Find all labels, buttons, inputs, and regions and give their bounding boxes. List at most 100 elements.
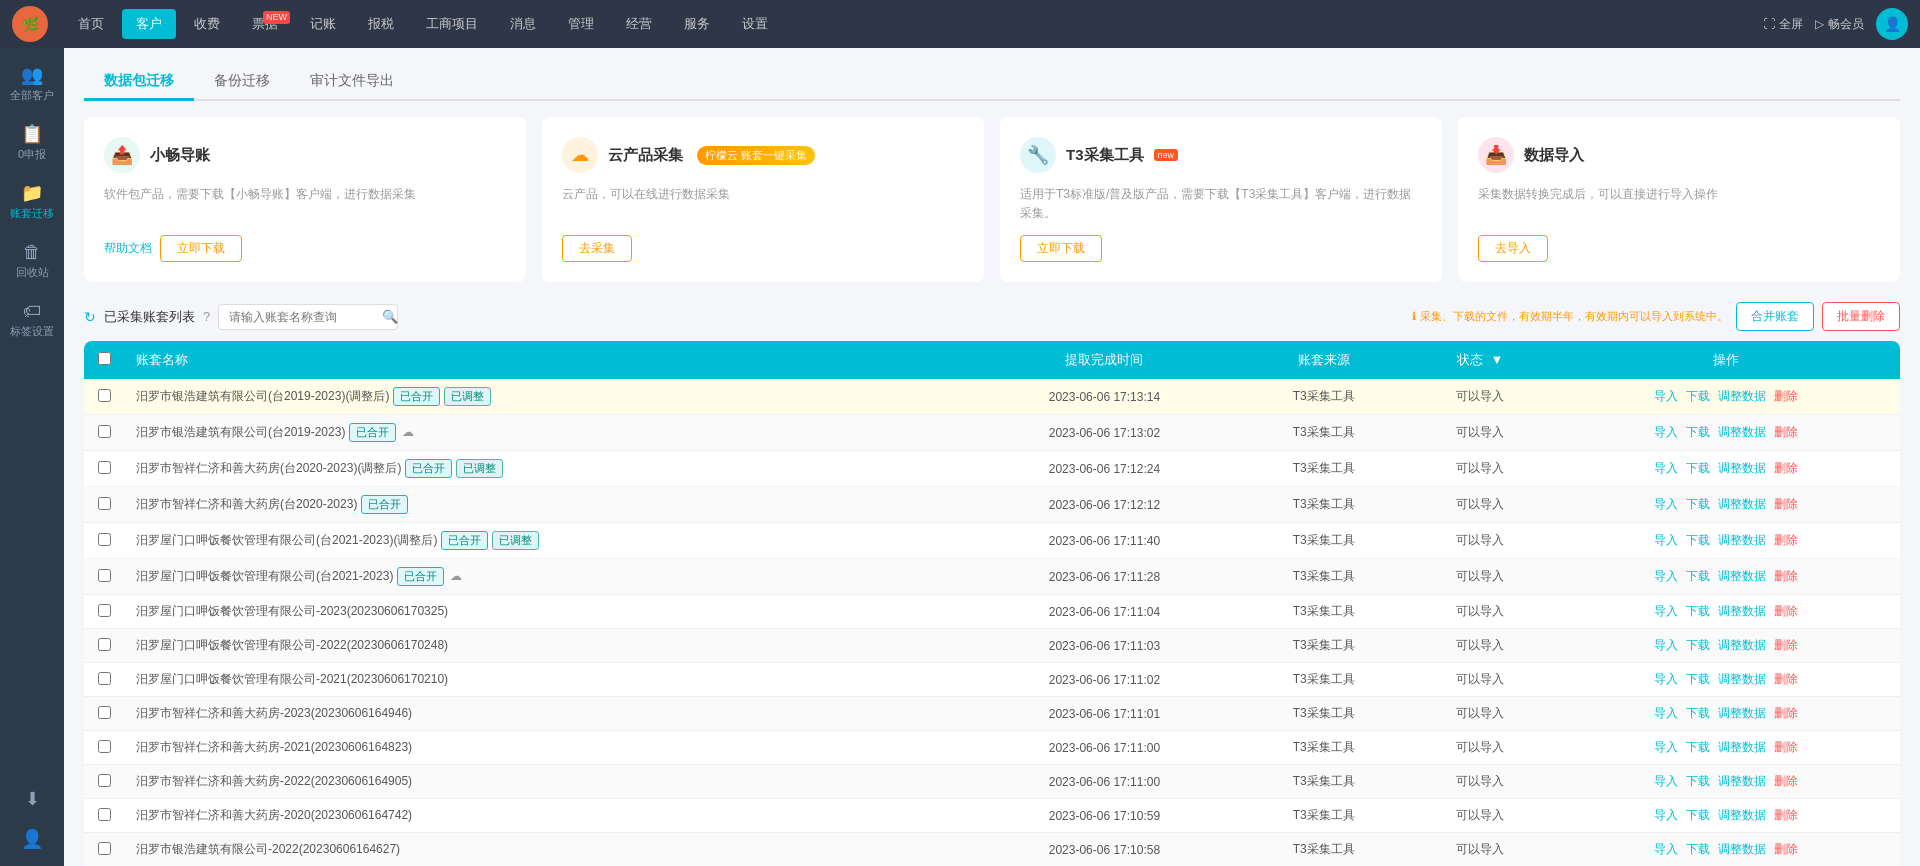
sidebar-item-user[interactable]: 👤 bbox=[0, 820, 64, 858]
action-删除[interactable]: 删除 bbox=[1774, 569, 1798, 583]
nav-item-home[interactable]: 首页 bbox=[64, 9, 118, 39]
action-调整数据[interactable]: 调整数据 bbox=[1718, 706, 1766, 720]
download-now-button-3[interactable]: 立即下载 bbox=[1020, 235, 1102, 262]
go-import-button[interactable]: 去导入 bbox=[1478, 235, 1548, 262]
action-导入[interactable]: 导入 bbox=[1654, 604, 1678, 618]
action-下载[interactable]: 下载 bbox=[1686, 774, 1710, 788]
action-导入[interactable]: 导入 bbox=[1654, 672, 1678, 686]
row-checkbox[interactable] bbox=[98, 672, 111, 685]
action-调整数据[interactable]: 调整数据 bbox=[1718, 842, 1766, 856]
member-button[interactable]: ▷ 畅会员 bbox=[1815, 16, 1864, 33]
refresh-icon[interactable]: ↻ bbox=[84, 309, 96, 325]
action-下载[interactable]: 下载 bbox=[1686, 389, 1710, 403]
action-调整数据[interactable]: 调整数据 bbox=[1718, 569, 1766, 583]
action-调整数据[interactable]: 调整数据 bbox=[1718, 389, 1766, 403]
search-icon[interactable]: 🔍 bbox=[382, 309, 398, 324]
tab-backup-migration[interactable]: 备份迁移 bbox=[194, 64, 290, 101]
nav-item-message[interactable]: 消息 bbox=[496, 9, 550, 39]
action-删除[interactable]: 删除 bbox=[1774, 740, 1798, 754]
action-下载[interactable]: 下载 bbox=[1686, 533, 1710, 547]
action-导入[interactable]: 导入 bbox=[1654, 842, 1678, 856]
download-now-button-1[interactable]: 立即下载 bbox=[160, 235, 242, 262]
action-下载[interactable]: 下载 bbox=[1686, 740, 1710, 754]
select-all-checkbox[interactable] bbox=[98, 352, 111, 365]
tab-audit-export[interactable]: 审计文件导出 bbox=[290, 64, 414, 101]
row-checkbox[interactable] bbox=[98, 706, 111, 719]
help-icon[interactable]: ? bbox=[203, 309, 210, 324]
action-调整数据[interactable]: 调整数据 bbox=[1718, 672, 1766, 686]
action-下载[interactable]: 下载 bbox=[1686, 706, 1710, 720]
row-checkbox[interactable] bbox=[98, 774, 111, 787]
action-导入[interactable]: 导入 bbox=[1654, 497, 1678, 511]
sort-icon[interactable]: ▼ bbox=[1491, 352, 1504, 367]
action-调整数据[interactable]: 调整数据 bbox=[1718, 808, 1766, 822]
action-调整数据[interactable]: 调整数据 bbox=[1718, 604, 1766, 618]
action-删除[interactable]: 删除 bbox=[1774, 638, 1798, 652]
user-avatar[interactable]: 👤 bbox=[1876, 8, 1908, 40]
action-调整数据[interactable]: 调整数据 bbox=[1718, 740, 1766, 754]
action-导入[interactable]: 导入 bbox=[1654, 808, 1678, 822]
tab-data-migration[interactable]: 数据包迁移 bbox=[84, 64, 194, 101]
nav-item-manage[interactable]: 管理 bbox=[554, 9, 608, 39]
row-checkbox[interactable] bbox=[98, 425, 111, 438]
batch-delete-button[interactable]: 批量删除 bbox=[1822, 302, 1900, 331]
action-导入[interactable]: 导入 bbox=[1654, 425, 1678, 439]
action-下载[interactable]: 下载 bbox=[1686, 808, 1710, 822]
action-调整数据[interactable]: 调整数据 bbox=[1718, 497, 1766, 511]
action-导入[interactable]: 导入 bbox=[1654, 740, 1678, 754]
action-下载[interactable]: 下载 bbox=[1686, 461, 1710, 475]
row-checkbox[interactable] bbox=[98, 808, 111, 821]
nav-item-billing[interactable]: 收费 bbox=[180, 9, 234, 39]
row-checkbox[interactable] bbox=[98, 461, 111, 474]
action-调整数据[interactable]: 调整数据 bbox=[1718, 461, 1766, 475]
nav-item-invoice[interactable]: 票据 NEW bbox=[238, 9, 292, 39]
nav-item-bookkeeping[interactable]: 记账 bbox=[296, 9, 350, 39]
action-调整数据[interactable]: 调整数据 bbox=[1718, 638, 1766, 652]
action-删除[interactable]: 删除 bbox=[1774, 842, 1798, 856]
nav-item-operation[interactable]: 经营 bbox=[612, 9, 666, 39]
row-checkbox[interactable] bbox=[98, 497, 111, 510]
fullscreen-button[interactable]: ⛶ 全屏 bbox=[1763, 16, 1803, 33]
help-doc-link[interactable]: 帮助文档 bbox=[104, 240, 152, 257]
nav-item-settings[interactable]: 设置 bbox=[728, 9, 782, 39]
go-collect-button[interactable]: 去采集 bbox=[562, 235, 632, 262]
action-删除[interactable]: 删除 bbox=[1774, 774, 1798, 788]
row-checkbox[interactable] bbox=[98, 740, 111, 753]
action-下载[interactable]: 下载 bbox=[1686, 842, 1710, 856]
row-checkbox[interactable] bbox=[98, 533, 111, 546]
action-删除[interactable]: 删除 bbox=[1774, 706, 1798, 720]
action-删除[interactable]: 删除 bbox=[1774, 461, 1798, 475]
row-checkbox[interactable] bbox=[98, 389, 111, 402]
action-下载[interactable]: 下载 bbox=[1686, 604, 1710, 618]
action-导入[interactable]: 导入 bbox=[1654, 461, 1678, 475]
action-下载[interactable]: 下载 bbox=[1686, 425, 1710, 439]
sidebar-item-tag-settings[interactable]: 🏷 标签设置 bbox=[0, 292, 64, 349]
nav-item-business[interactable]: 工商项目 bbox=[412, 9, 492, 39]
row-checkbox[interactable] bbox=[98, 569, 111, 582]
action-删除[interactable]: 删除 bbox=[1774, 425, 1798, 439]
row-checkbox[interactable] bbox=[98, 638, 111, 651]
action-导入[interactable]: 导入 bbox=[1654, 569, 1678, 583]
action-调整数据[interactable]: 调整数据 bbox=[1718, 425, 1766, 439]
action-导入[interactable]: 导入 bbox=[1654, 774, 1678, 788]
sidebar-item-download[interactable]: ⬇ bbox=[0, 780, 64, 818]
search-input[interactable] bbox=[218, 304, 398, 330]
action-下载[interactable]: 下载 bbox=[1686, 569, 1710, 583]
action-调整数据[interactable]: 调整数据 bbox=[1718, 774, 1766, 788]
action-下载[interactable]: 下载 bbox=[1686, 672, 1710, 686]
nav-item-tax[interactable]: 报税 bbox=[354, 9, 408, 39]
action-删除[interactable]: 删除 bbox=[1774, 808, 1798, 822]
action-导入[interactable]: 导入 bbox=[1654, 706, 1678, 720]
action-下载[interactable]: 下载 bbox=[1686, 497, 1710, 511]
action-删除[interactable]: 删除 bbox=[1774, 389, 1798, 403]
nav-item-customer[interactable]: 客户 bbox=[122, 9, 176, 39]
action-导入[interactable]: 导入 bbox=[1654, 533, 1678, 547]
sidebar-item-account-migration[interactable]: 📁 账套迁移 bbox=[0, 174, 64, 231]
row-checkbox[interactable] bbox=[98, 604, 111, 617]
sidebar-item-zero-report[interactable]: 📋 0申报 bbox=[0, 115, 64, 172]
action-下载[interactable]: 下载 bbox=[1686, 638, 1710, 652]
nav-item-service[interactable]: 服务 bbox=[670, 9, 724, 39]
sidebar-item-recycle[interactable]: 🗑 回收站 bbox=[0, 233, 64, 290]
action-删除[interactable]: 删除 bbox=[1774, 604, 1798, 618]
action-删除[interactable]: 删除 bbox=[1774, 533, 1798, 547]
